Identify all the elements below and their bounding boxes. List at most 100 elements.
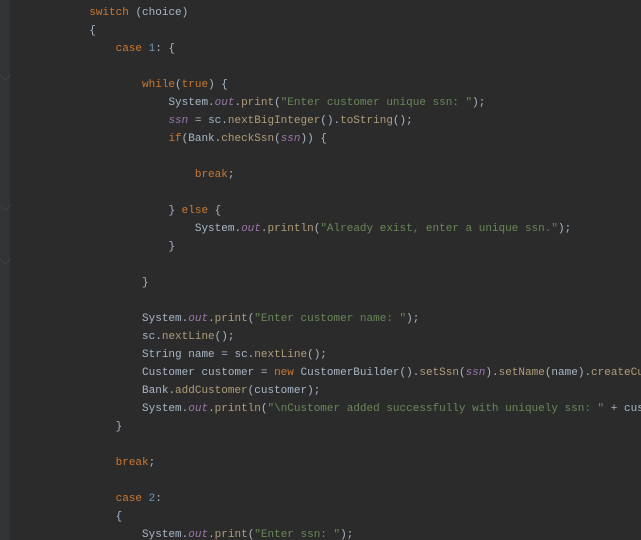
punct: . [208,313,215,325]
kw-if: if [168,133,181,145]
id-sc: sc [234,349,247,361]
kw-switch: switch [89,7,129,19]
fn-print: print [241,97,274,109]
kw-case: case [116,43,142,55]
punct: ( [175,79,182,91]
punct: : [155,43,162,55]
punct: ; [406,115,413,127]
id-customer: customer [254,385,307,397]
punct: ; [479,97,486,109]
op-plus: + [604,403,624,415]
field-out: out [188,529,208,540]
punct: . [492,367,499,379]
kw-break: break [116,457,149,469]
code-editor[interactable]: switch (choice) { case 1: { while(true) … [10,0,641,540]
punct: } [168,205,175,217]
punct: ; [228,169,235,181]
punct: ) [208,79,215,91]
kw-true: true [182,79,208,91]
fn-print: print [215,313,248,325]
field-out: out [188,403,208,415]
fn-println: println [215,403,261,415]
punct: . [208,97,215,109]
kw-while: while [142,79,175,91]
punct: . [208,403,215,415]
fn-print: print [215,529,248,540]
id-customer: customer [624,403,641,415]
punct: } [142,277,149,289]
cls-system: System [142,529,182,540]
punct: : [155,493,162,505]
str-enter-name: "Enter customer name: " [254,313,406,325]
fn-addcustomer: addCustomer [175,385,248,397]
cls-system: System [142,313,182,325]
id-sc: sc [142,331,155,343]
punct: ( [274,97,281,109]
punct: ; [565,223,572,235]
kw-new: new [274,367,294,379]
punct: ; [320,349,327,361]
str-enter-ssn: "Enter customer unique ssn: " [281,97,472,109]
cls-bank: Bank [142,385,168,397]
str-enter-ssn2: "Enter ssn: " [254,529,340,540]
punct: { [89,25,96,37]
punct: { [221,79,228,91]
field-ssn: ssn [281,133,301,145]
punct: } [168,241,175,253]
cls-system: System [142,403,182,415]
fn-nextline: nextLine [254,349,307,361]
field-ssn: ssn [168,115,188,127]
punct: { [320,133,327,145]
op-eq: = [188,115,208,127]
fn-setname: setName [499,367,545,379]
punct: { [168,43,175,55]
punct: ) [472,97,479,109]
editor-gutter[interactable] [0,0,10,540]
punct: ; [228,331,235,343]
id-choice: choice [142,7,182,19]
cls-system: System [195,223,235,235]
str-added-ok: "\nCustomer added successfully with uniq… [268,403,605,415]
punct: ; [347,529,354,540]
punct: ) [307,133,314,145]
str-already-exist: "Already exist, enter a unique ssn." [320,223,558,235]
id-sc: sc [208,115,221,127]
fn-tostring: toString [340,115,393,127]
kw-break: break [195,169,228,181]
punct: ; [413,313,420,325]
punct: ( [261,403,268,415]
punct: . [208,529,215,540]
fn-setssn: setSsn [419,367,459,379]
op-eq: = [215,349,235,361]
id-name: name [188,349,214,361]
id-customer: customer [201,367,254,379]
punct: { [215,205,222,217]
kw-case: case [116,493,142,505]
id-name: name [551,367,577,379]
punct: ) [340,529,347,540]
field-ssn: ssn [466,367,486,379]
field-out: out [215,97,235,109]
cls-system: System [168,97,208,109]
cls-string: String [142,349,182,361]
fn-nextline: nextLine [162,331,215,343]
kw-else: else [182,205,208,217]
punct: ) [182,7,189,19]
cls-customer: Customer [142,367,195,379]
fn-createcustomer: createCustomer [591,367,641,379]
punct: ; [314,385,321,397]
fn-println: println [267,223,313,235]
op-eq: = [254,367,274,379]
punct: ; [149,457,156,469]
punct: ) [558,223,565,235]
punct: } [116,421,123,433]
field-out: out [241,223,261,235]
cls-bank: Bank [188,133,214,145]
cls-customerbuilder: CustomerBuilder [301,367,400,379]
field-out: out [188,313,208,325]
fn-nextbiginteger: nextBigInteger [228,115,320,127]
punct: . [155,331,162,343]
punct: ( [274,133,281,145]
punct: { [116,511,123,523]
fn-checkssn: checkSsn [221,133,274,145]
